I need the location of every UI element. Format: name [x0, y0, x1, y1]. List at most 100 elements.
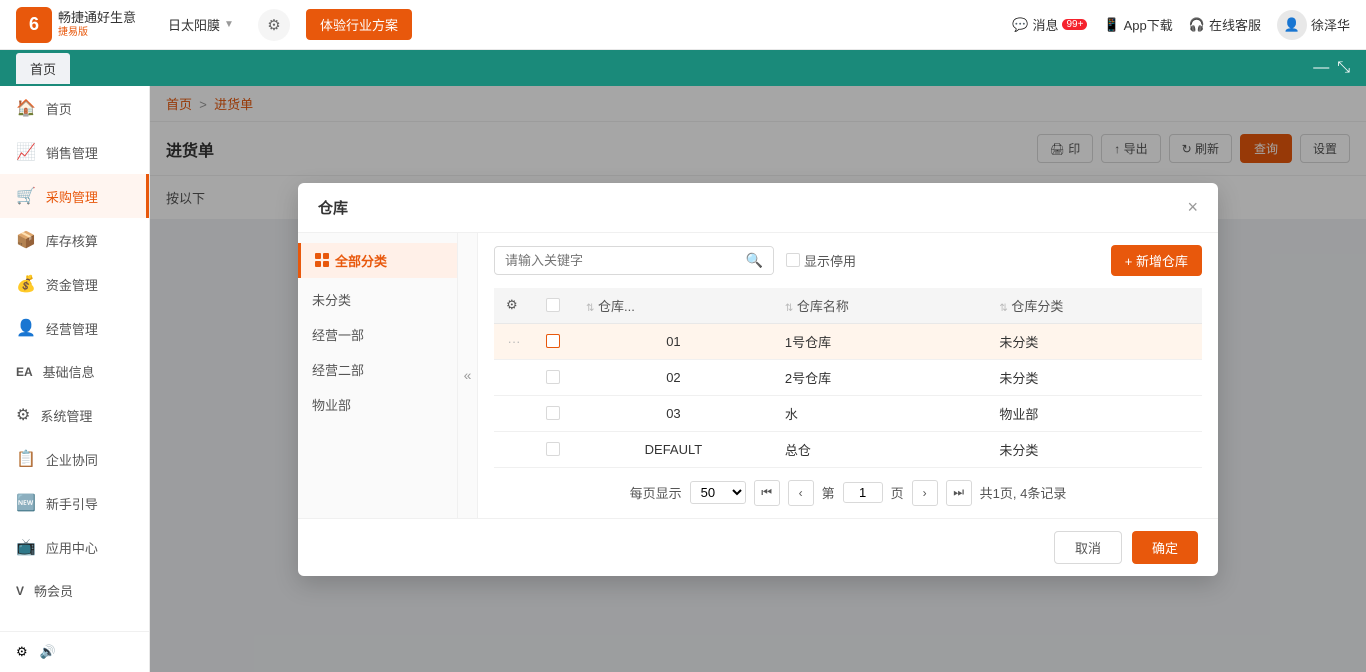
sidebar-item-enterprise[interactable]: 📋 企业协同 [0, 437, 149, 481]
sidebar-label-inventory: 库存核算 [46, 231, 98, 250]
modal-close-icon[interactable]: × [1187, 197, 1198, 218]
sidebar-item-apps[interactable]: 📺 应用中心 [0, 525, 149, 569]
try-industry-button[interactable]: 体验行业方案 [306, 9, 412, 40]
top-nav: 首页 — ⤡ [0, 50, 1366, 86]
notice-label: 消息 [1032, 15, 1058, 34]
maximize-icon[interactable]: ⤡ [1337, 59, 1350, 77]
row-gear-2[interactable] [494, 395, 534, 431]
sidebar-item-system[interactable]: ⚙ 系统管理 [0, 393, 149, 437]
sidebar-item-basic-info[interactable]: EA 基础信息 [0, 350, 149, 393]
show-disabled-label: 显示停用 [804, 251, 856, 270]
sidebar-item-sales[interactable]: 📈 销售管理 [0, 130, 149, 174]
sort-icon-name: ⇅ [785, 303, 793, 314]
prev-page-button[interactable]: ‹ [788, 480, 814, 506]
row-checkbox-3[interactable] [534, 431, 574, 467]
search-input[interactable] [495, 248, 736, 273]
sidebar-item-member[interactable]: V 畅会员 [0, 569, 149, 612]
app-icon: 📱 [1103, 17, 1119, 33]
app-download-item[interactable]: 📱 App下载 [1103, 15, 1172, 34]
header-right: 💬 消息 99+ 📱 App下载 🎧 在线客服 👤 徐泽华 [1012, 10, 1350, 40]
pagination: 每页显示 50 100 ⏮ ‹ 第 页 › ⏭ 共 [494, 468, 1202, 506]
total-label: 共1页, 4条记录 [980, 483, 1067, 502]
search-button[interactable]: 🔍 [736, 247, 773, 274]
speaker-icon[interactable]: 🔊 [40, 644, 56, 660]
next-page-button[interactable]: › [912, 480, 938, 506]
grid-icon [315, 253, 329, 267]
per-page-select[interactable]: 50 100 [690, 481, 746, 504]
sidebar-item-finance[interactable]: 💰 资金管理 [0, 262, 149, 306]
category-item-2[interactable]: 经营二部 [298, 352, 457, 387]
category-collapse-button[interactable]: « [458, 233, 478, 518]
page-input[interactable] [843, 482, 883, 503]
sidebar-label-member: 畅会员 [34, 581, 73, 600]
th-name: ⇅ 仓库名称 [773, 288, 988, 324]
online-service-label: 在线客服 [1209, 15, 1261, 34]
sidebar-item-guide[interactable]: 🆕 新手引导 [0, 481, 149, 525]
settings-icon[interactable]: ⚙ [258, 9, 290, 41]
modal-footer: 取消 确定 [298, 518, 1218, 576]
row-category-0: 未分类 [987, 323, 1202, 359]
username-label: 徐泽华 [1311, 15, 1350, 34]
sidebar-item-purchase[interactable]: 🛒 采购管理 [0, 174, 149, 218]
tab-home[interactable]: 首页 [16, 53, 70, 84]
first-page-button[interactable]: ⏮ [754, 480, 780, 506]
category-sidebar: 全部分类 未分类 经营一部 经营二部 物业部 [298, 233, 458, 518]
sidebar-label-basic-info: 基础信息 [43, 362, 95, 381]
sales-icon: 📈 [16, 142, 36, 162]
category-item-3[interactable]: 物业部 [298, 387, 457, 422]
last-page-button[interactable]: ⏭ [946, 480, 972, 506]
cancel-button[interactable]: 取消 [1054, 531, 1122, 564]
category-item-1[interactable]: 经营一部 [298, 317, 457, 352]
modal-body: 全部分类 未分类 经营一部 经营二部 物业部 « 🔍 [298, 233, 1218, 518]
settings-bottom-icon[interactable]: ⚙ [16, 644, 28, 660]
per-page-label: 每页显示 [630, 483, 682, 502]
modal-overlay: 仓库 × 全部分类 未分类 经营一部 [150, 86, 1366, 672]
sidebar-label-purchase: 采购管理 [46, 187, 98, 206]
row-name-1: 2号仓库 [773, 359, 988, 395]
table-row[interactable]: DEFAULT 总仓 未分类 [494, 431, 1202, 467]
row-num-2: 03 [574, 395, 773, 431]
row-category-2: 物业部 [987, 395, 1202, 431]
confirm-button[interactable]: 确定 [1132, 531, 1198, 564]
user-item[interactable]: 👤 徐泽华 [1277, 10, 1350, 40]
notice-item[interactable]: 💬 消息 99+ [1012, 15, 1087, 34]
sort-icon-category: ⇅ [999, 303, 1007, 314]
sidebar-item-operations[interactable]: 👤 经营管理 [0, 306, 149, 350]
sidebar-label-home: 首页 [46, 99, 72, 118]
store-selector[interactable]: 日太阳膜 ▼ [168, 15, 234, 34]
online-service-item[interactable]: 🎧 在线客服 [1189, 15, 1261, 34]
sidebar-item-home[interactable]: 🏠 首页 [0, 86, 149, 130]
operations-icon: 👤 [16, 318, 36, 338]
logo-icon: 6 [16, 7, 52, 43]
sidebar: 🏠 首页 📈 销售管理 🛒 采购管理 📦 库存核算 💰 资金管理 👤 经营管理 … [0, 86, 150, 672]
store-arrow-icon: ▼ [224, 19, 234, 30]
table-row[interactable]: ··· 01 1号仓库 未分类 [494, 323, 1202, 359]
table-row[interactable]: 03 水 物业部 [494, 395, 1202, 431]
header-checkbox[interactable] [546, 298, 560, 312]
row-num-1: 02 [574, 359, 773, 395]
row-checkbox-0[interactable] [534, 323, 574, 359]
table-row[interactable]: 02 2号仓库 未分类 [494, 359, 1202, 395]
row-checkbox-2[interactable] [534, 395, 574, 431]
add-warehouse-button[interactable]: + 新增仓库 [1111, 245, 1202, 276]
member-icon: V [16, 584, 24, 598]
minimize-icon[interactable]: — [1313, 59, 1329, 77]
row-gear-1[interactable] [494, 359, 534, 395]
page-suffix: 页 [891, 483, 904, 502]
row-gear-3[interactable] [494, 431, 534, 467]
show-disabled-toggle[interactable]: 显示停用 [786, 251, 856, 270]
sort-icon-code: ⇅ [586, 303, 594, 314]
row-gear-0[interactable]: ··· [494, 323, 534, 359]
sidebar-item-inventory[interactable]: 📦 库存核算 [0, 218, 149, 262]
inventory-icon: 📦 [16, 230, 36, 250]
category-all[interactable]: 全部分类 [298, 243, 457, 278]
show-disabled-checkbox[interactable] [786, 253, 800, 267]
row-checkbox-1[interactable] [534, 359, 574, 395]
row-num-0: 01 [574, 323, 773, 359]
th-category: ⇅ 仓库分类 [987, 288, 1202, 324]
sidebar-label-sales: 销售管理 [46, 143, 98, 162]
notice-badge: 99+ [1062, 19, 1087, 30]
category-item-0[interactable]: 未分类 [298, 282, 457, 317]
main-content: 首页 > 进货单 进货单 🖨 印 ↑ 导出 ↻ 刷新 查询 设置 按以下 仓库 [150, 86, 1366, 672]
table-header-row: ⚙ ⇅ 仓库... ⇅ 仓库名称 [494, 288, 1202, 324]
